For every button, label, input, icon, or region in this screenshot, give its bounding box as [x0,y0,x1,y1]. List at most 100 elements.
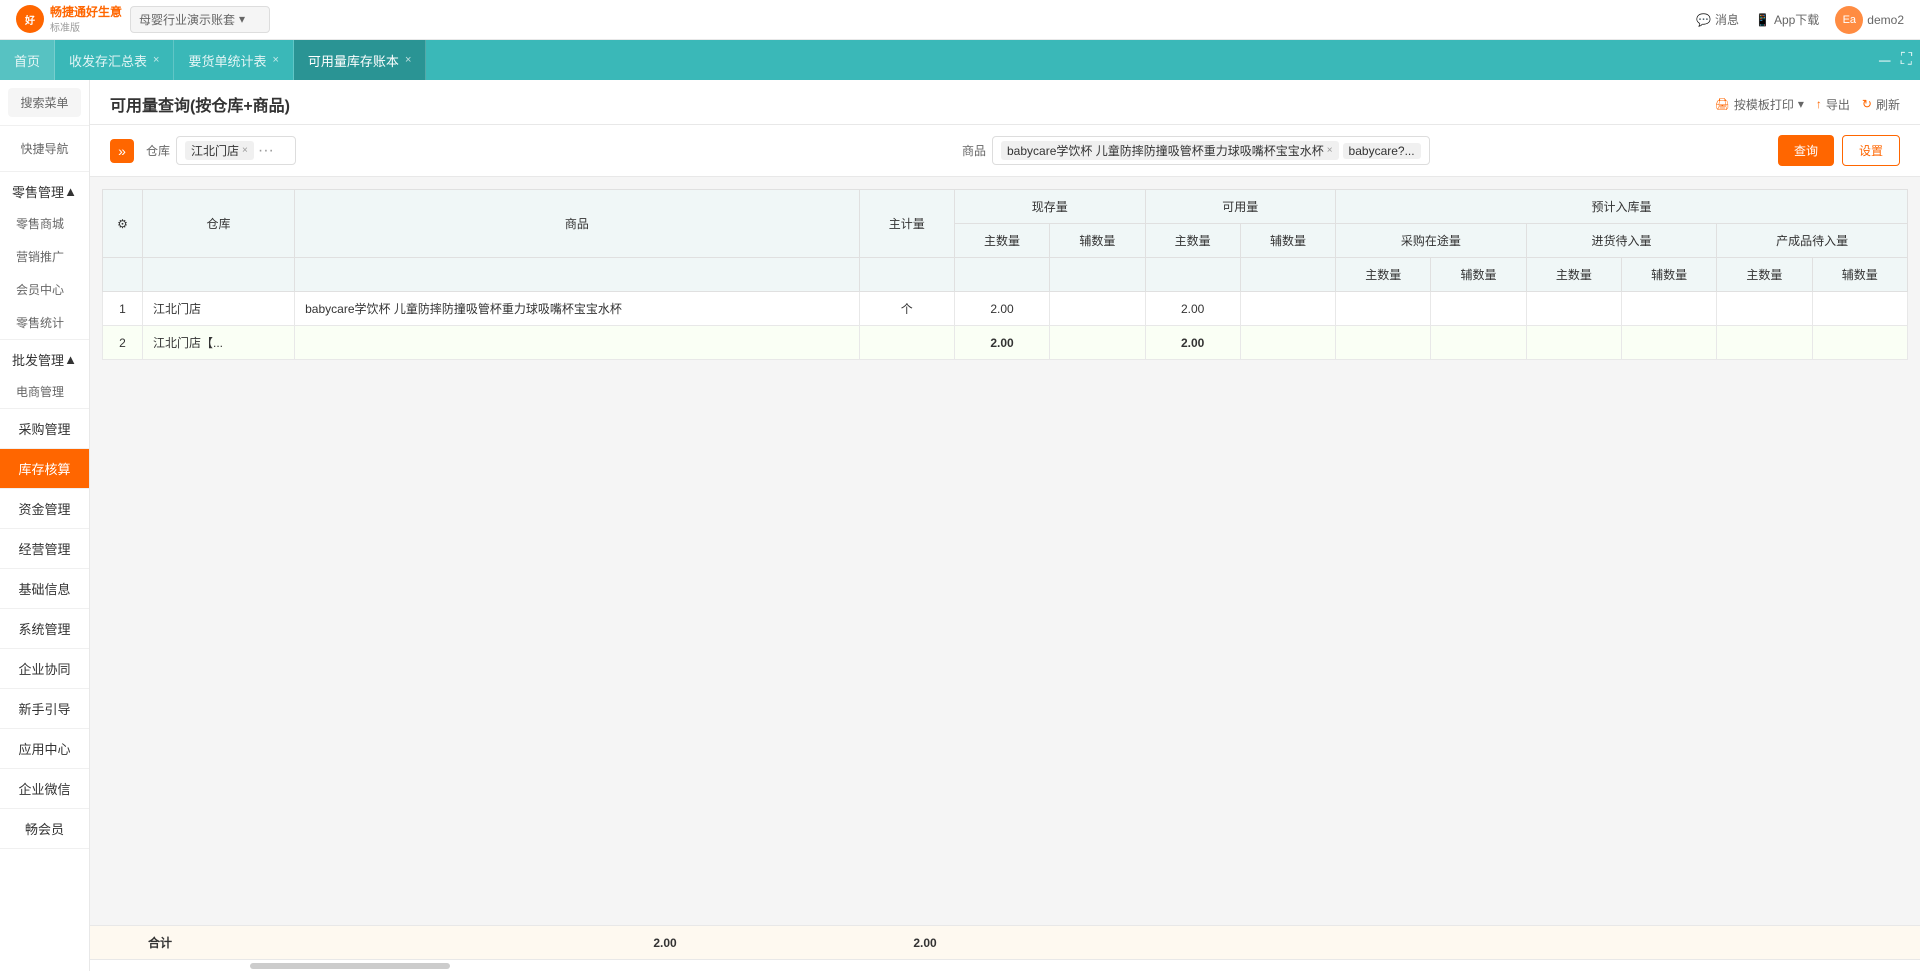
row1-stock-aux [1050,292,1145,326]
message-label: 消息 [1715,11,1739,28]
scroll-bar-area[interactable] [90,959,1920,971]
avatar: Ea [1835,6,1863,34]
top-bar-right: 💬 消息 📱 App下载 Ea demo2 [1696,6,1904,34]
th-available: 可用量 [1145,190,1336,224]
row2-stock-main: 2.00 [954,326,1049,360]
th-empty8 [1240,258,1335,292]
industry-select[interactable]: 母婴行业演示账套 ▾ [130,6,270,33]
summary-product-main [1640,936,1770,950]
sidebar-search-button[interactable]: 搜索菜单 [8,88,81,117]
row1-product-aux [1812,292,1907,326]
th-purchase-aux: 辅数量 [1431,258,1526,292]
sidebar-item-basic[interactable]: 基础信息 [0,569,89,609]
sidebar-item-ecommerce[interactable]: 电商管理 [0,375,89,408]
logo-text: 畅捷通好生意 [50,5,122,19]
logo-icon: 好 [16,5,44,33]
query-button[interactable]: 查询 [1778,135,1834,166]
export-icon: ↑ [1816,97,1822,111]
sidebar-item-inventory[interactable]: 库存核算 [0,449,89,489]
export-button[interactable]: ↑ 导出 [1816,96,1850,113]
refresh-button[interactable]: ↻ 刷新 [1862,96,1900,113]
top-bar: 好 畅捷通好生意 标准版 母婴行业演示账套 ▾ 💬 消息 📱 App下载 Ea … [0,0,1920,40]
sidebar-item-app-center[interactable]: 应用中心 [0,729,89,769]
summary-avail-aux [990,936,1120,950]
product-tag-1-close[interactable]: × [1327,145,1333,156]
print-button[interactable]: 🖨 按模板打印 ▾ [1715,96,1804,113]
main-layout: 搜索菜单 快捷导航 零售管理 ▲ 零售商城 营销推广 会员中心 零售统计 批发管… [0,80,1920,971]
summary-incoming-main [1380,936,1510,950]
sidebar-item-members[interactable]: 会员中心 [0,273,89,306]
sidebar-item-finance[interactable]: 资金管理 [0,489,89,529]
row1-product: babycare学饮杯 儿童防摔防撞吸管杯重力球吸嘴杯宝宝水杯 [295,292,859,326]
th-incoming-aux: 辅数量 [1621,258,1716,292]
tab-available-stock-close[interactable]: × [405,54,411,66]
row2-avail-main: 2.00 [1145,326,1240,360]
sidebar-item-quick-nav[interactable]: 快捷导航 [0,132,89,165]
settings-button[interactable]: 设置 [1842,135,1900,166]
th-empty2 [143,258,295,292]
warehouse-more-icon[interactable]: ··· [258,142,274,160]
sidebar-item-purchase[interactable]: 采购管理 [0,409,89,449]
download-icon: 📱 [1755,13,1770,27]
sidebar-item-system[interactable]: 系统管理 [0,609,89,649]
sidebar-section-wholesale-header[interactable]: 批发管理 ▲ [0,340,89,375]
table-settings-icon[interactable]: ⚙ [117,217,128,231]
tab-order-stats-close[interactable]: × [272,54,278,66]
sidebar-item-retail-mall[interactable]: 零售商城 [0,207,89,240]
sidebar-item-guide[interactable]: 新手引导 [0,689,89,729]
th-purchase-main: 主数量 [1336,258,1431,292]
th-stock-aux: 辅数量 [1050,224,1145,258]
page-title: 可用量查询(按仓库+商品) [110,92,290,116]
sidebar-item-operations[interactable]: 经营管理 [0,529,89,569]
sidebar-item-marketing[interactable]: 营销推广 [0,240,89,273]
tab-minimize-button[interactable]: － [1877,48,1893,72]
th-purchase-transit: 采购在途量 [1336,224,1527,258]
th-product-aux: 辅数量 [1812,258,1907,292]
filter-expand-button[interactable]: » [110,139,134,163]
product-filter-input[interactable]: babycare学饮杯 儿童防摔防撞吸管杯重力球吸嘴杯宝宝水杯 × babyca… [992,136,1430,165]
row2-stock-aux [1050,326,1145,360]
sidebar-section-wholesale: 批发管理 ▲ 电商管理 [0,340,89,409]
download-label: App下载 [1774,11,1819,28]
summary-product-aux [1770,936,1900,950]
summary-purchase-main [1120,936,1250,950]
tab-home[interactable]: 首页 [0,40,55,80]
warehouse-filter-input[interactable]: 江北门店 × ··· [176,136,296,165]
logo-text-area: 畅捷通好生意 标准版 [50,5,122,34]
logo-area: 好 畅捷通好生意 标准版 [16,5,122,34]
row2-warehouse: 江北门店【... [143,326,295,360]
header-actions: 🖨 按模板打印 ▾ ↑ 导出 ↻ 刷新 [1715,96,1900,113]
sidebar-item-wechat[interactable]: 企业微信 [0,769,89,809]
app-download-button[interactable]: 📱 App下载 [1755,11,1819,28]
sidebar-section-retail: 零售管理 ▲ 零售商城 营销推广 会员中心 零售统计 [0,172,89,340]
tab-receivable-close[interactable]: × [153,54,159,66]
product-tag-2: babycare?... [1343,143,1421,159]
th-avail-main: 主数量 [1145,224,1240,258]
tab-expand-button[interactable]: ⛶ [1901,51,1912,69]
sidebar-item-enterprise[interactable]: 企业协同 [0,649,89,689]
message-button[interactable]: 💬 消息 [1696,11,1739,28]
horizontal-scrollbar[interactable] [250,963,450,969]
tab-available-stock[interactable]: 可用量库存账本 × [294,40,426,80]
filter-warehouse-group: 仓库 江北门店 × ··· [146,136,950,165]
summary-stock-aux [730,936,860,950]
row1-incoming-aux [1621,292,1716,326]
sidebar-section-retail-label: 零售管理 [12,182,64,201]
export-label: 导出 [1826,96,1850,113]
tab-receivable[interactable]: 收发存汇总表 × [55,40,174,80]
summary-values: 2.00 2.00 [210,936,1900,950]
tab-order-stats-label: 要货单统计表 [188,51,266,70]
user-profile[interactable]: Ea demo2 [1835,6,1904,34]
tab-available-stock-label: 可用量库存账本 [308,51,399,70]
row2-unit [859,326,954,360]
row2-no: 2 [103,326,143,360]
warehouse-tag-close[interactable]: × [242,145,248,156]
sidebar-item-member[interactable]: 畅会员 [0,809,89,849]
th-avail-aux: 辅数量 [1240,224,1335,258]
table-area: ⚙ 仓库 商品 主计量 现存量 可用量 预计入库量 主数量 辅数量 主数量 辅数… [90,177,1920,925]
tab-home-label: 首页 [14,51,40,70]
tab-order-stats[interactable]: 要货单统计表 × [174,40,293,80]
sidebar-section-retail-header[interactable]: 零售管理 ▲ [0,172,89,207]
sidebar-item-retail-stats[interactable]: 零售统计 [0,306,89,339]
filter-bar: » 仓库 江北门店 × ··· 商品 babycare学饮杯 儿童防摔防撞吸管杯… [90,125,1920,177]
